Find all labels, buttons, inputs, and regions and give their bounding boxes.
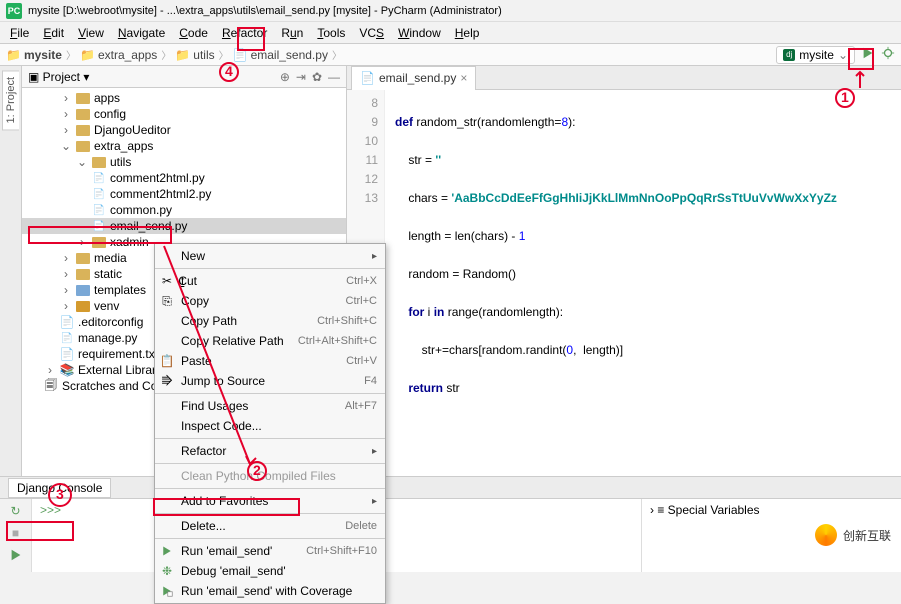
ctx-debug[interactable]: ❉Debug 'email_send' [155,561,385,581]
menu-help[interactable]: Help [449,24,486,42]
debug-button[interactable] [881,46,895,63]
ctx-delete[interactable]: Delete...Delete [155,516,385,536]
project-view-combo[interactable]: ▣ Project ▾ [28,70,89,84]
tool-window-bar: Django Console [0,476,901,498]
watermark-logo-icon [815,524,837,546]
menu-tools[interactable]: Tools [311,24,351,42]
project-tool-tab[interactable]: 1: Project [2,70,19,130]
run-button[interactable] [861,46,875,63]
ctx-favorites[interactable]: Add to Favorites [155,491,385,511]
menu-bar: File Edit View Navigate Code Refactor Ru… [0,22,901,44]
menu-code[interactable]: Code [173,24,214,42]
editor-tabs: 📄 email_send.py × [347,66,901,90]
menu-refactor[interactable]: Refactor [216,24,273,42]
ctx-run[interactable]: Run 'email_send'Ctrl+Shift+F10 [155,541,385,561]
anno-label-3: 3 [56,486,64,502]
anno-label-1: 1 [841,89,849,105]
close-tab-icon[interactable]: × [460,71,467,85]
debug-icon: ❉ [160,564,174,578]
menu-view[interactable]: View [72,24,110,42]
tree-email-send[interactable]: 📄email_send.py [22,218,346,234]
menu-window[interactable]: Window [392,24,447,42]
collapse-all-icon[interactable]: ⇥ [296,70,306,84]
console-panel: ↻ ■ >>> › ≡ Special Variables [0,498,901,572]
django-icon: dj [783,49,795,61]
left-gutter: 1: Project [0,66,22,476]
crumb-project[interactable]: 📁 mysite [6,48,62,62]
breadcrumb: 📁 mysite 📁 extra_apps 📁 utils 📄 email_se… [6,47,342,62]
settings-icon[interactable]: ✿ [312,70,322,84]
project-header: ▣ Project ▾ ⊕ ⇥ ✿ — [22,66,346,88]
coverage-icon [160,584,174,598]
anno-label-2: 2 [253,462,261,478]
python-file-icon: 📄 [360,71,375,85]
pycharm-icon: PC [6,3,22,19]
title-bar: PC mysite [D:\webroot\mysite] - ...\extr… [0,0,901,22]
rerun-icon[interactable]: ↻ [8,503,24,519]
crumb-extra-apps[interactable]: 📁 extra_apps [80,48,157,62]
watermark: 创新互联 [815,524,891,546]
menu-vcs[interactable]: VCS [353,24,390,42]
menu-run[interactable]: Run [275,24,309,42]
editor: 📄 email_send.py × 89 101112 13 def rando… [347,66,901,476]
menu-file[interactable]: File [4,24,35,42]
ctx-coverage[interactable]: Run 'email_send' with Coverage [155,581,385,601]
menu-navigate[interactable]: Navigate [112,24,171,42]
main-area: 1: Project ▣ Project ▾ ⊕ ⇥ ✿ — ›apps ›co… [0,66,901,476]
run-console-icon[interactable] [8,547,24,563]
run-icon [160,544,174,558]
scroll-from-source-icon[interactable]: ⊕ [280,70,290,84]
editor-tab-email-send[interactable]: 📄 email_send.py × [351,66,476,90]
menu-edit[interactable]: Edit [37,24,70,42]
anno-label-4: 4 [225,63,233,79]
hide-icon[interactable]: — [328,70,340,84]
window-title: mysite [D:\webroot\mysite] - ...\extra_a… [28,5,502,17]
crumb-file[interactable]: 📄 email_send.py [233,48,328,62]
crumb-utils[interactable]: 📁 utils [175,48,214,62]
run-config-combo[interactable]: dj mysite ⌄ [776,46,855,64]
code-area[interactable]: def random_str(randomlength=8): str = ''… [385,90,837,476]
stop-icon[interactable]: ■ [8,525,24,541]
navigation-bar: 📁 mysite 📁 extra_apps 📁 utils 📄 email_se… [0,44,901,66]
